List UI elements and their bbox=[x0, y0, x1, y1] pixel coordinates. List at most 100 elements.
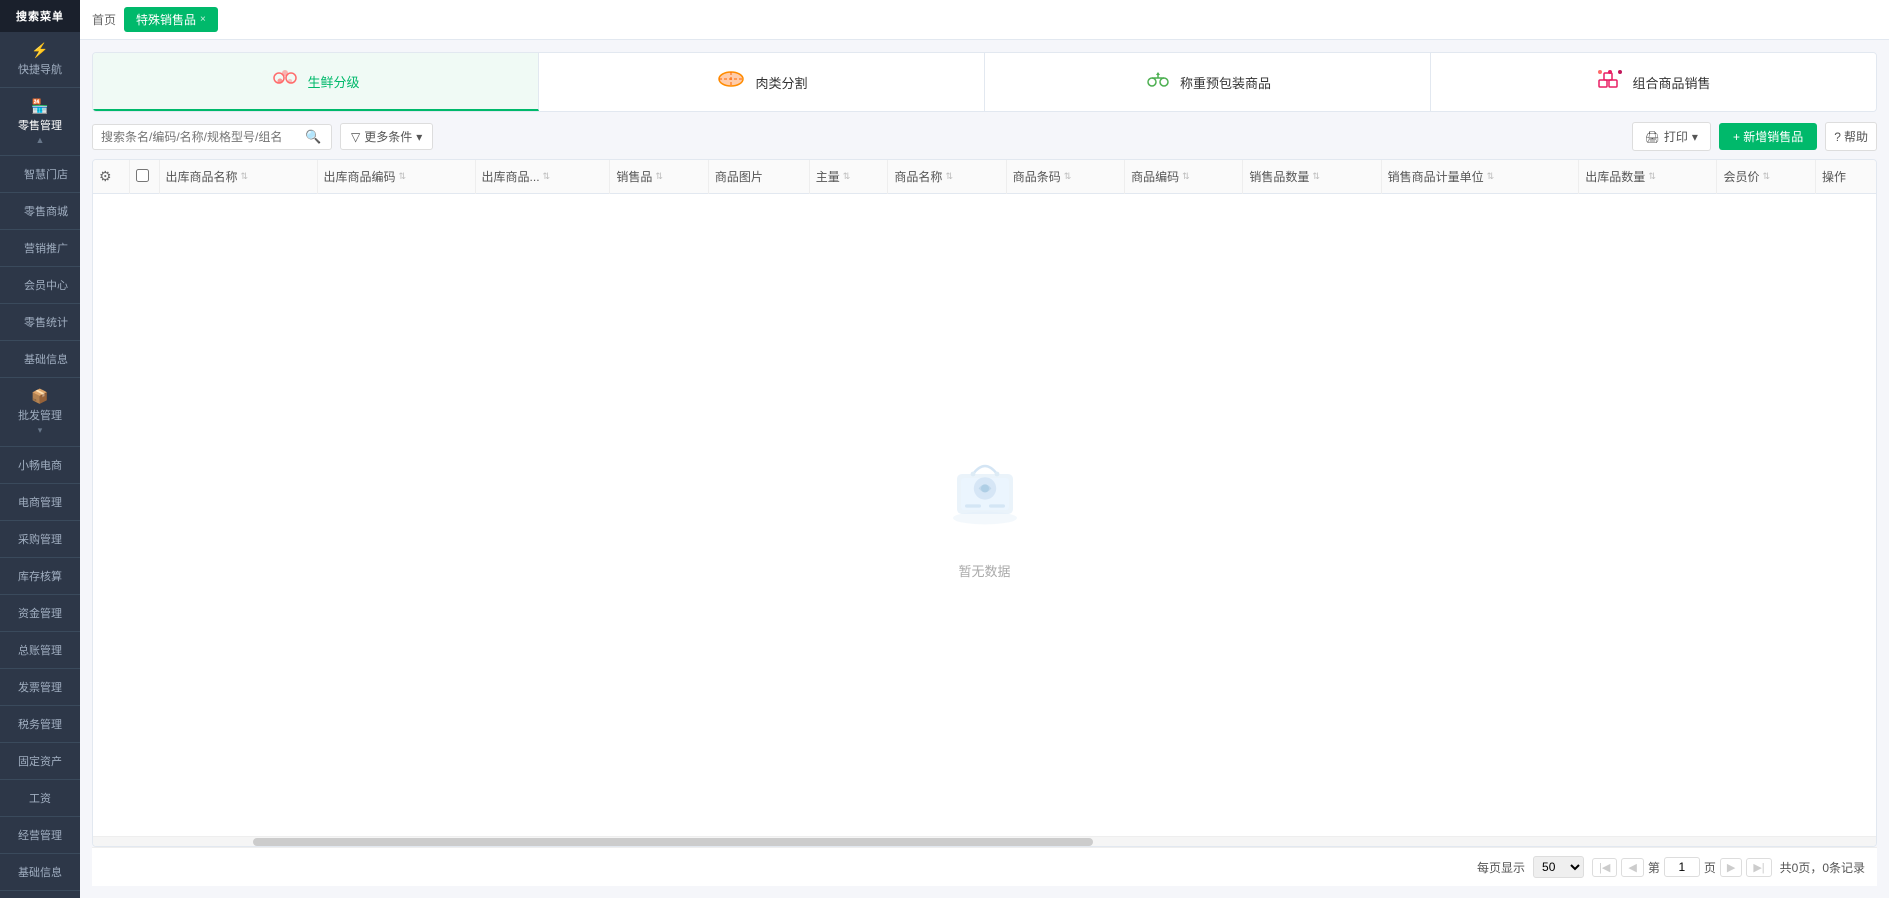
sidebar-item-wholesale[interactable]: 📦 批发管理 ▾ bbox=[0, 378, 80, 447]
prev-page-button[interactable]: ◀ bbox=[1621, 858, 1643, 877]
search-icon[interactable]: 🔍 bbox=[305, 129, 321, 145]
th-product-name[interactable]: 商品名称 ⇅ bbox=[888, 160, 1006, 194]
col-outlet-ellipsis: 出库商品... bbox=[482, 168, 540, 185]
sort-icon: ⇅ bbox=[1064, 171, 1072, 182]
sidebar-item-ledger[interactable]: 总账管理 bbox=[0, 632, 80, 669]
retail-icon: 🏪 bbox=[31, 98, 48, 115]
sidebar-item-purchase[interactable]: 采购管理 bbox=[0, 521, 80, 558]
empty-icon bbox=[935, 450, 1035, 549]
th-sales-product[interactable]: 销售品 ⇅ bbox=[610, 160, 708, 194]
chevron-down-icon: ▾ bbox=[38, 425, 43, 436]
topbar-home-link[interactable]: 首页 bbox=[92, 11, 116, 28]
filter-button[interactable]: ▽ 更多条件 ▾ bbox=[340, 123, 433, 150]
sidebar-item-operations[interactable]: 经营管理 bbox=[0, 817, 80, 854]
wholesale-icon: 📦 bbox=[31, 388, 48, 405]
topbar-tab-label: 特殊销售品 bbox=[136, 11, 196, 28]
sidebar-item-basic-info-2[interactable]: 基础信息 bbox=[0, 854, 80, 891]
sidebar-logo[interactable]: 搜索菜单 bbox=[0, 0, 80, 32]
sidebar-item-label: 基础信息 bbox=[24, 351, 68, 367]
print-button[interactable]: 🖨 打印 ▾ bbox=[1632, 122, 1711, 151]
first-page-button[interactable]: |◀ bbox=[1592, 858, 1617, 877]
sort-icon: ⇅ bbox=[1312, 171, 1320, 182]
sidebar-item-retail-stats[interactable]: 零售统计 bbox=[0, 304, 80, 341]
sidebar-item-tax[interactable]: 税务管理 bbox=[0, 706, 80, 743]
chevron-down-icon: ▲ bbox=[36, 135, 45, 145]
select-all-checkbox[interactable] bbox=[136, 169, 149, 182]
filter-icon: ▽ bbox=[351, 130, 360, 144]
th-sales-unit[interactable]: 销售商品计量单位 ⇅ bbox=[1381, 160, 1579, 194]
cat-tab-meat-cutting[interactable]: 肉类分割 bbox=[539, 53, 985, 111]
horizontal-scrollbar[interactable] bbox=[93, 836, 1876, 846]
sidebar-item-label: 小畅电商 bbox=[18, 457, 62, 473]
current-page-input[interactable] bbox=[1664, 857, 1700, 877]
th-outlet-product-name[interactable]: 出库商品名称 ⇅ bbox=[159, 160, 317, 194]
page-size-select[interactable]: 10 20 50 100 bbox=[1533, 856, 1584, 878]
page-size-label: 每页显示 bbox=[1477, 859, 1525, 876]
sidebar-item-invoice[interactable]: 发票管理 bbox=[0, 669, 80, 706]
fresh-grading-icon bbox=[271, 67, 299, 95]
th-outlet-product-ellipsis[interactable]: 出库商品... ⇅ bbox=[475, 160, 610, 194]
close-icon[interactable]: × bbox=[200, 14, 206, 25]
add-product-button[interactable]: + 新增销售品 bbox=[1719, 123, 1817, 150]
sidebar-item-smart-store[interactable]: 智慧门店 bbox=[0, 156, 80, 193]
cat-tab-fresh-grading[interactable]: 生鲜分级 bbox=[93, 53, 539, 111]
col-outlet-qty: 出库品数量 bbox=[1585, 168, 1645, 185]
sidebar-item-fixed-assets[interactable]: 固定资产 bbox=[0, 743, 80, 780]
th-product-code[interactable]: 商品编码 ⇅ bbox=[1125, 160, 1243, 194]
topbar-tab-special-sales[interactable]: 特殊销售品 × bbox=[124, 7, 218, 32]
cat-tab-combo-sales[interactable]: 组合商品销售 bbox=[1431, 53, 1876, 111]
empty-text: 暂无数据 bbox=[958, 561, 1010, 580]
sidebar-item-label: 电商管理 bbox=[18, 494, 62, 510]
sidebar-item-finance[interactable]: 资金管理 bbox=[0, 595, 80, 632]
cat-tab-weigh-prepack[interactable]: 称重预包装商品 bbox=[985, 53, 1431, 111]
col-sales-product: 销售品 bbox=[616, 168, 652, 185]
help-icon: ? bbox=[1834, 130, 1841, 144]
sidebar-item-label: 快捷导航 bbox=[18, 61, 62, 77]
th-checkbox[interactable] bbox=[129, 160, 159, 194]
next-page-button[interactable]: ▶ bbox=[1720, 858, 1742, 877]
sidebar-item-quick-nav[interactable]: ⚡ 快捷导航 bbox=[0, 32, 80, 88]
sidebar-item-label: 税务管理 bbox=[18, 716, 62, 732]
sidebar-item-marketing[interactable]: 营销推广 bbox=[0, 230, 80, 267]
sidebar-item-member[interactable]: 会员中心 bbox=[0, 267, 80, 304]
search-input[interactable] bbox=[101, 130, 301, 144]
th-product-image[interactable]: 商品图片 bbox=[708, 160, 809, 194]
search-box[interactable]: 🔍 bbox=[92, 124, 332, 150]
sidebar-item-inventory[interactable]: 库存核算 bbox=[0, 558, 80, 595]
sidebar-item-retail-mall[interactable]: 零售商城 bbox=[0, 193, 80, 230]
col-product-code: 商品编码 bbox=[1131, 168, 1179, 185]
sidebar-item-label: 固定资产 bbox=[18, 753, 62, 769]
page-label-after: 页 bbox=[1704, 859, 1716, 876]
settings-icon[interactable]: ⚙ bbox=[99, 168, 112, 184]
sidebar-item-system[interactable]: 系统管理 bbox=[0, 891, 80, 898]
sort-icon: ⇅ bbox=[399, 171, 407, 182]
scroll-thumb[interactable] bbox=[253, 838, 1093, 846]
chevron-down-icon: ▾ bbox=[1692, 130, 1698, 144]
print-label: 打印 bbox=[1664, 128, 1688, 145]
th-settings[interactable]: ⚙ bbox=[93, 160, 129, 194]
col-sales-unit: 销售商品计量单位 bbox=[1388, 168, 1484, 185]
th-barcode[interactable]: 商品条码 ⇅ bbox=[1006, 160, 1124, 194]
sidebar-item-basic-info-retail[interactable]: 基础信息 bbox=[0, 341, 80, 378]
th-sales-qty[interactable]: 销售品数量 ⇅ bbox=[1243, 160, 1381, 194]
sidebar-item-salary[interactable]: 工资 bbox=[0, 780, 80, 817]
topbar: 首页 特殊销售品 × bbox=[80, 0, 1889, 40]
last-page-button[interactable]: ▶| bbox=[1746, 858, 1771, 877]
print-icon: 🖨 bbox=[1645, 130, 1660, 144]
empty-state: 暂无数据 bbox=[93, 194, 1876, 836]
sidebar-item-ecommerce-small[interactable]: 小畅电商 bbox=[0, 447, 80, 484]
th-outlet-code[interactable]: 出库商品编码 ⇅ bbox=[317, 160, 475, 194]
sort-icon: ⇅ bbox=[543, 171, 551, 182]
toolbar-right: 🖨 打印 ▾ + 新增销售品 ? 帮助 bbox=[1632, 122, 1877, 151]
sidebar-item-label: 经营管理 bbox=[18, 827, 62, 843]
sort-icon: ⇅ bbox=[655, 171, 663, 182]
sidebar-item-retail[interactable]: 🏪 零售管理 ▲ bbox=[0, 88, 80, 156]
th-outlet-qty[interactable]: 出库品数量 ⇅ bbox=[1579, 160, 1717, 194]
table-container: ⚙ 出库商品名称 ⇅ 出库商 bbox=[92, 159, 1877, 847]
th-main-qty[interactable]: 主量 ⇅ bbox=[809, 160, 888, 194]
meat-cutting-icon bbox=[715, 68, 747, 96]
sort-icon: ⇅ bbox=[1182, 171, 1190, 182]
th-member-price[interactable]: 会员价 ⇅ bbox=[1717, 160, 1815, 194]
sidebar-item-ecommerce-mgmt[interactable]: 电商管理 bbox=[0, 484, 80, 521]
help-button[interactable]: ? 帮助 bbox=[1825, 122, 1877, 151]
